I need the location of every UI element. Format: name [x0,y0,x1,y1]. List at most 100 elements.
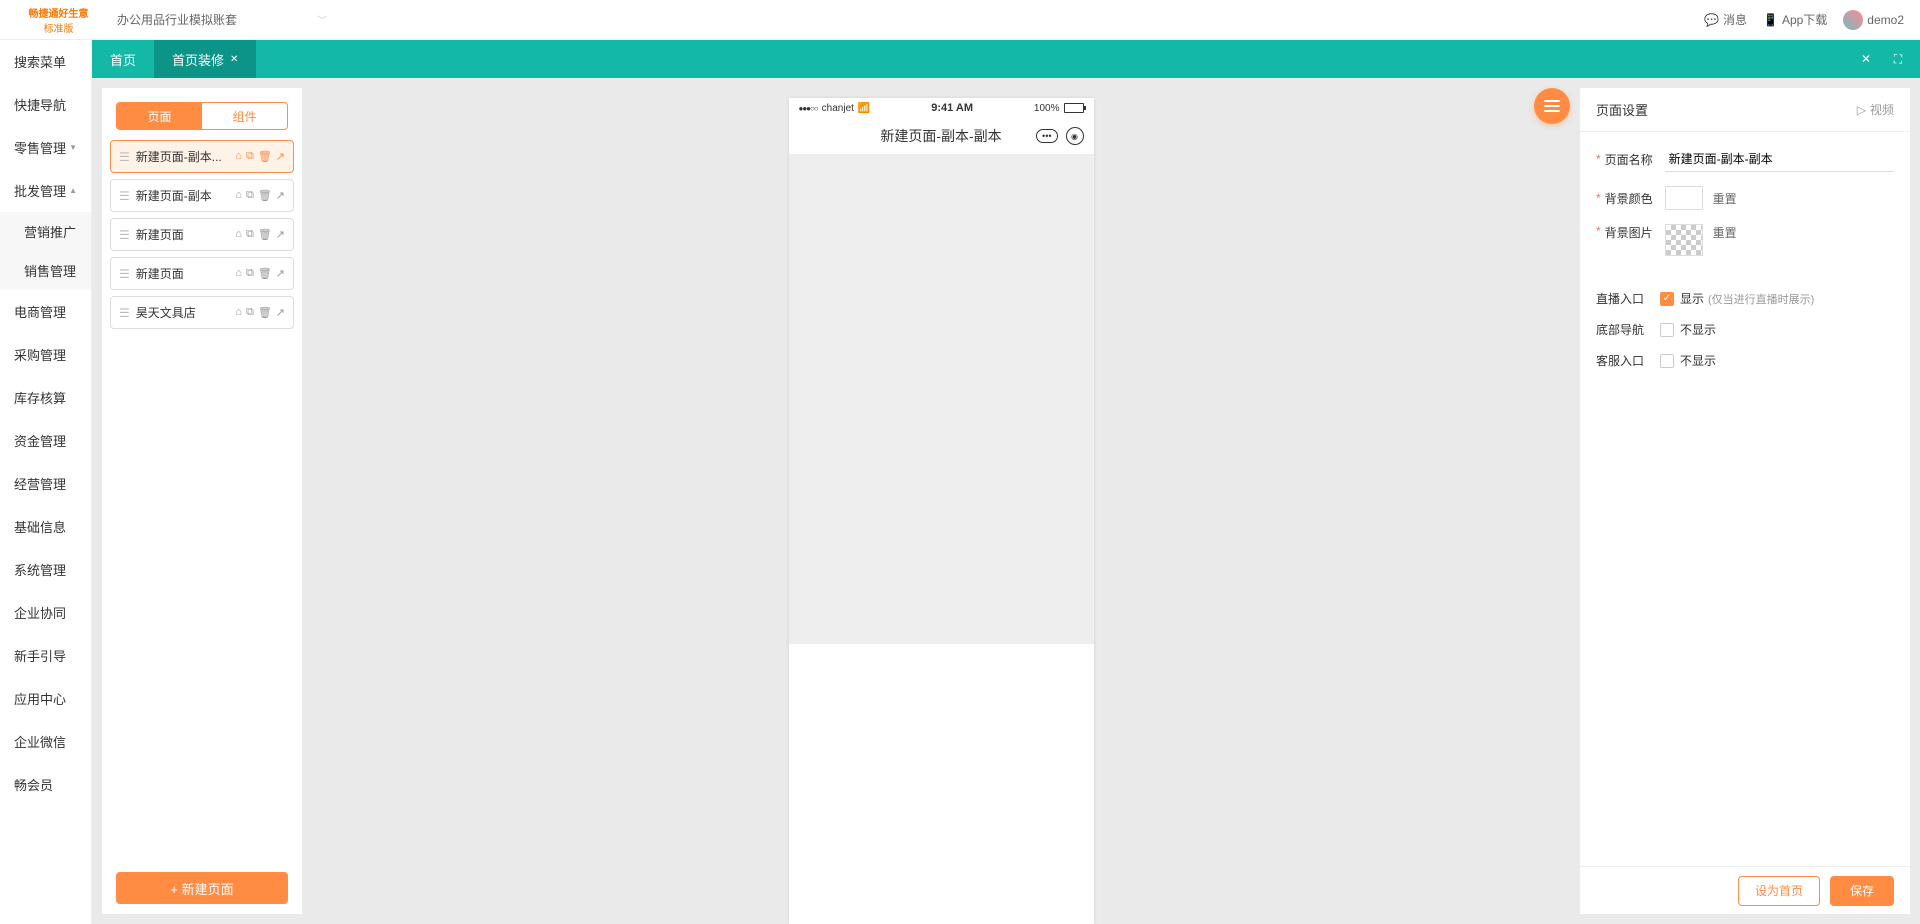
service-checkbox[interactable] [1660,354,1674,368]
page-name-label: 页面名称 [1605,151,1665,168]
chevron-down-icon: ﹀ [317,12,327,27]
fullscreen-icon[interactable]: ⛶ [1884,45,1912,73]
delete-icon[interactable]: 🗑 [258,189,272,202]
sidebar-item-label: 新手引导 [14,646,66,665]
share-icon[interactable]: ↗ [276,150,285,163]
messages-link[interactable]: 💬 消息 [1704,11,1747,28]
share-icon[interactable]: ↗ [276,267,285,280]
sidebar-item[interactable]: 采购管理 [0,333,91,376]
bg-color-label: 背景颜色 [1605,190,1665,207]
drag-icon[interactable]: ☰ [119,189,130,203]
delete-icon[interactable]: 🗑 [258,150,272,163]
tabs-close-all-button[interactable]: ✕ [1852,45,1880,73]
user-name: demo2 [1867,13,1904,27]
service-text: 不显示 [1680,352,1716,369]
message-icon: 💬 [1704,13,1719,27]
live-show-text: 显示 [1680,290,1704,307]
sidebar-item[interactable]: 企业协同 [0,591,91,634]
new-page-button[interactable]: + 新建页面 [116,872,288,904]
home-icon[interactable]: ⌂ [235,189,242,202]
video-link[interactable]: ▷ 视频 [1857,101,1894,118]
drag-icon[interactable]: ☰ [119,267,130,281]
sidebar-item[interactable]: 经营管理 [0,462,91,505]
close-icon[interactable]: ✕ [230,54,238,65]
tab-decoration-label: 首页装修 [172,50,224,69]
home-icon[interactable]: ⌂ [235,306,242,319]
tab-components[interactable]: 组件 [202,103,287,129]
drag-icon[interactable]: ☰ [119,306,130,320]
top-header: 畅捷通好生意 标准版 办公用品行业模拟账套 ﹀ 💬 消息 📱 App下载 dem… [0,0,1920,40]
signal-icon [799,103,818,114]
page-item[interactable]: ☰昊天文具店⌂⧉🗑↗ [110,296,294,329]
sidebar-item[interactable]: 快捷导航 [0,83,91,126]
header-right: 💬 消息 📱 App下载 demo2 [1704,10,1904,30]
tab-decoration[interactable]: 首页装修 ✕ [154,40,256,78]
sidebar-item[interactable]: 企业微信 [0,720,91,763]
home-icon[interactable]: ⌂ [235,267,242,280]
sidebar-item[interactable]: 资金管理 [0,419,91,462]
share-icon[interactable]: ↗ [276,306,285,319]
phone-body[interactable] [789,154,1094,644]
menu-fab[interactable] [1534,88,1570,124]
sidebar-item[interactable]: 批发管理▲ [0,169,91,212]
company-dropdown[interactable]: 办公用品行业模拟账套 ﹀ [117,11,327,28]
page-name-input[interactable] [1665,146,1894,172]
sidebar-item[interactable]: 畅会员 [0,763,91,806]
copy-icon[interactable]: ⧉ [246,189,254,202]
bg-color-reset[interactable]: 重置 [1713,190,1737,207]
page-item[interactable]: ☰ 新建页面 ⌂ ⧉ 🗑 ↗ [110,257,294,290]
sidebar-item[interactable]: 零售管理▼ [0,126,91,169]
brand-sub: 标准版 [44,20,74,35]
sidebar-item[interactable]: 基础信息 [0,505,91,548]
more-icon[interactable]: ••• [1036,129,1057,143]
copy-icon[interactable]: ⧉ [246,306,254,319]
set-home-button[interactable]: 设为首页 [1738,876,1820,906]
sidebar-item[interactable]: 电商管理 [0,290,91,333]
drag-icon[interactable]: ☰ [119,150,130,164]
save-button[interactable]: 保存 [1830,876,1894,906]
app-download-label: App下载 [1782,11,1827,28]
home-icon[interactable]: ⌂ [235,228,242,241]
page-label: 新建页面-副本 [136,187,230,204]
tab-home-label: 首页 [110,50,136,69]
delete-icon[interactable]: 🗑 [258,306,272,319]
service-label: 客服入口 [1596,352,1660,369]
sidebar-item[interactable]: 应用中心 [0,677,91,720]
app-download-link[interactable]: 📱 App下载 [1763,11,1827,28]
page-item[interactable]: ☰新建页面⌂⧉🗑↗ [110,218,294,251]
copy-icon[interactable]: ⧉ [246,150,254,163]
sidebar-item[interactable]: 系统管理 [0,548,91,591]
page-label: 新建页面 [136,265,230,282]
tab-pages[interactable]: 页面 [117,103,202,129]
home-icon[interactable]: ⌂ [235,150,242,163]
tab-home[interactable]: 首页 [92,40,154,78]
share-icon[interactable]: ↗ [276,228,285,241]
bg-image-reset[interactable]: 重置 [1713,224,1737,241]
sidebar-item-label: 零售管理 [14,138,66,157]
company-name: 办公用品行业模拟账套 [117,11,237,28]
share-icon[interactable]: ↗ [276,189,285,202]
page-item[interactable]: ☰ 新建页面-副本 ⌂ ⧉ 🗑 ↗ [110,179,294,212]
sidebar-item-label: 应用中心 [14,689,66,708]
copy-icon[interactable]: ⧉ [246,228,254,241]
delete-icon[interactable]: 🗑 [258,267,272,280]
sidebar-item[interactable]: 搜索菜单 [0,40,91,83]
page-label: 新建页面-副本... [136,148,230,165]
delete-icon[interactable]: 🗑 [258,228,272,241]
drag-icon[interactable]: ☰ [119,228,130,242]
bottom-nav-checkbox[interactable] [1660,323,1674,337]
sidebar-sub-item[interactable]: 营销推广 [0,212,91,251]
sidebar-sub-item[interactable]: 销售管理 [0,251,91,290]
page-tabs: 页面 组件 [116,102,288,130]
sidebar-item[interactable]: 新手引导 [0,634,91,677]
sidebar-item[interactable]: 库存核算 [0,376,91,419]
target-icon[interactable]: ◉ [1066,127,1084,145]
live-show-checkbox[interactable]: ✓ [1660,292,1674,306]
sidebar-item-label: 畅会员 [14,775,53,794]
sidebar-item-label: 系统管理 [14,560,66,579]
bg-image-swatch[interactable] [1665,224,1703,256]
page-item[interactable]: ☰ 新建页面-副本... ⌂ ⧉ 🗑 ↗ [110,140,294,173]
user-menu[interactable]: demo2 [1843,10,1904,30]
copy-icon[interactable]: ⧉ [246,267,254,280]
bg-color-swatch[interactable] [1665,186,1703,210]
